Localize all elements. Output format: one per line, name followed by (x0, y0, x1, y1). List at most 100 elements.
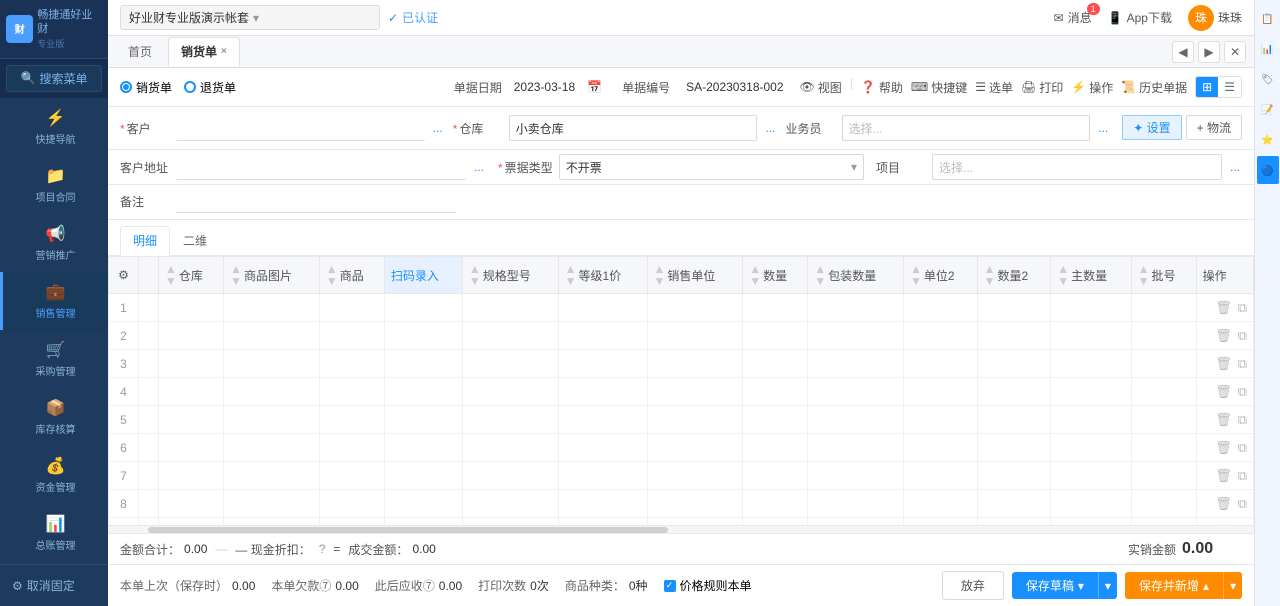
delete-icon[interactable]: 🗑 (1215, 440, 1232, 456)
search-menu-button[interactable]: 🔍 搜索菜单 (6, 65, 102, 92)
right-panel-btn-2[interactable]: 📊 (1257, 34, 1279, 62)
sidebar-item-marketing[interactable]: 📢 营销推广 (0, 214, 108, 272)
tab-navigation: ◀ ▶ ✕ (1172, 41, 1246, 63)
copy-icon[interactable]: ⧉ (1238, 496, 1247, 512)
project-input[interactable]: 选择... (932, 154, 1222, 180)
company-selector[interactable]: 好业财专业版演示帐套 ▾ (120, 5, 380, 30)
delete-icon[interactable]: 🗑 (1215, 356, 1232, 372)
save-draft-button[interactable]: 保存草稿 ▾ (1012, 572, 1098, 599)
sidebar-item-funds[interactable]: 💰 资金管理 (0, 446, 108, 504)
right-panel-btn-6[interactable]: 🔵 (1257, 156, 1279, 184)
tab-2d[interactable]: 二维 (170, 226, 220, 255)
warehouse-input[interactable]: 小卖仓库 (509, 115, 758, 141)
history-button[interactable]: 📜 历史单据 (1121, 76, 1187, 98)
tab-home[interactable]: 首页 (116, 38, 164, 65)
sidebar-nav: ⚡ 快捷导航 📁 项目合同 📢 营销推广 💼 销售管理 🛒 采购管理 📦 库存核… (0, 98, 108, 564)
right-panel-btn-3[interactable]: 🏷 (1257, 64, 1279, 93)
customer-input[interactable] (176, 115, 425, 141)
shortcut-button[interactable]: ⌨ 快捷键 (911, 76, 967, 98)
marketing-icon: 📢 (46, 224, 66, 244)
sidebar-item-quicknav[interactable]: ⚡ 快捷导航 (0, 98, 108, 156)
message-button[interactable]: ✉ 1 消息 (1054, 9, 1092, 26)
right-panel-btn-1[interactable]: 📋 (1257, 4, 1279, 32)
marketing-label: 营销推广 (36, 247, 76, 262)
sidebar-item-sales[interactable]: 💼 销售管理 (0, 272, 108, 330)
save-new-button[interactable]: 保存并新增 ▴ (1125, 572, 1223, 599)
right-panel-btn-4[interactable]: 📝 (1257, 95, 1279, 123)
address-dots-button[interactable]: ... (472, 160, 486, 174)
copy-icon[interactable]: ⧉ (1238, 412, 1247, 428)
copy-icon[interactable]: ⧉ (1238, 356, 1247, 372)
scrollbar-thumb[interactable] (148, 527, 668, 533)
operate-label: 操作 (1089, 79, 1113, 96)
copy-icon[interactable]: ⧉ (1238, 328, 1247, 344)
accounting-icon: 📊 (46, 514, 66, 534)
tab-prev-button[interactable]: ◀ (1172, 41, 1194, 63)
help-icon[interactable]: ? (319, 542, 326, 556)
operate-button[interactable]: ⚡ 操作 (1071, 76, 1113, 98)
delete-icon[interactable]: 🗑 (1215, 468, 1232, 484)
doc-date-value[interactable]: 2023-03-18 (514, 80, 575, 94)
topbar-right: ✉ 1 消息 📱 App下载 珠 珠珠 (1054, 5, 1242, 31)
cert-badge: ✓ 已认证 (388, 9, 438, 26)
price-rule-checkbox[interactable]: 价格规则本单 (664, 577, 752, 594)
warehouse-dots-button[interactable]: ... (763, 121, 777, 135)
copy-icon[interactable]: ⧉ (1238, 300, 1247, 316)
delete-icon[interactable]: 🗑 (1215, 496, 1232, 512)
delete-icon[interactable]: 🗑 (1215, 384, 1232, 400)
list-view-button[interactable]: ☰ (1218, 77, 1241, 97)
tab-next-button[interactable]: ▶ (1198, 41, 1220, 63)
print-button[interactable]: 🖨 打印 (1021, 76, 1063, 98)
app-download-label: App下载 (1127, 9, 1172, 26)
sidebar-item-accounting[interactable]: 📊 总账管理 (0, 504, 108, 562)
delete-icon[interactable]: 🗑 (1215, 328, 1232, 344)
abandon-button[interactable]: 放弃 (942, 571, 1004, 600)
address-input[interactable] (176, 154, 466, 180)
app-download-button[interactable]: 📱 App下载 (1108, 9, 1172, 26)
save-draft-arrow-button[interactable]: ▾ (1098, 572, 1117, 599)
sidebar-item-purchase[interactable]: 🛒 采购管理 (0, 330, 108, 388)
invoice-value: 不开票 (566, 159, 602, 176)
settings-column-header[interactable]: ⚙ (109, 257, 139, 294)
batch-col-label: 批号 (1151, 267, 1175, 284)
help-button[interactable]: ❓ 帮助 (861, 76, 903, 98)
copy-icon[interactable]: ⧉ (1238, 440, 1247, 456)
grid-view-button[interactable]: ⊞ (1196, 77, 1218, 97)
add-logistics-button[interactable]: + 物流 (1186, 115, 1242, 140)
horizontal-scrollbar[interactable] (108, 525, 1254, 533)
tab-close-all-button[interactable]: ✕ (1224, 41, 1246, 63)
user-menu[interactable]: 珠 珠珠 (1188, 5, 1242, 31)
table-row: 8🗑⧉ (109, 490, 1254, 518)
tab-close-button[interactable]: × (221, 46, 227, 57)
return-type-radio[interactable]: 退货单 (184, 79, 236, 96)
fields-row1: 客户 ... 仓库 小卖仓库 ... 业务员 选择... ... (120, 115, 1110, 141)
salesperson-input[interactable]: 选择... (842, 115, 1091, 141)
sale-type-radio[interactable]: 销货单 (120, 79, 172, 96)
view-label: 视图 (818, 79, 842, 96)
warehouse-col-label: 仓库 (179, 267, 203, 284)
note-input[interactable] (176, 189, 456, 213)
delete-icon[interactable]: 🗑 (1215, 300, 1232, 316)
sales-tab-label: 销货单 (181, 43, 217, 60)
sidebar-bottom-item[interactable]: ⚙ 取消固定 (6, 571, 102, 600)
amount-total: 金额合计： 0.00 (120, 541, 207, 558)
sidebar-item-inventory[interactable]: 📦 库存核算 (0, 388, 108, 446)
project-dots-button[interactable]: ... (1228, 160, 1242, 174)
project-field-row: 项目 选择... ... (876, 154, 1242, 180)
right-panel-btn-5[interactable]: ⭐ (1257, 125, 1279, 153)
invoice-select[interactable]: 不开票 ▾ (559, 154, 864, 180)
save-new-arrow-button[interactable]: ▾ (1223, 572, 1242, 599)
amount-value: 0.00 (184, 542, 207, 556)
select-button[interactable]: ☰ 选单 (975, 76, 1013, 98)
delete-icon[interactable]: 🗑 (1215, 412, 1232, 428)
copy-icon[interactable]: ⧉ (1238, 468, 1247, 484)
copy-icon[interactable]: ⧉ (1238, 384, 1247, 400)
sidebar-item-project[interactable]: 📁 项目合同 (0, 156, 108, 214)
debt-item: 本单欠款⑦ 0.00 (271, 577, 358, 594)
set-button[interactable]: ✦ 设置 (1122, 115, 1181, 140)
salesperson-dots-button[interactable]: ... (1096, 121, 1110, 135)
tab-detail[interactable]: 明细 (120, 226, 170, 256)
tab-sales-order[interactable]: 销货单 × (168, 37, 240, 66)
view-button[interactable]: 👁 视图 (800, 76, 842, 98)
customer-dots-button[interactable]: ... (431, 121, 445, 135)
